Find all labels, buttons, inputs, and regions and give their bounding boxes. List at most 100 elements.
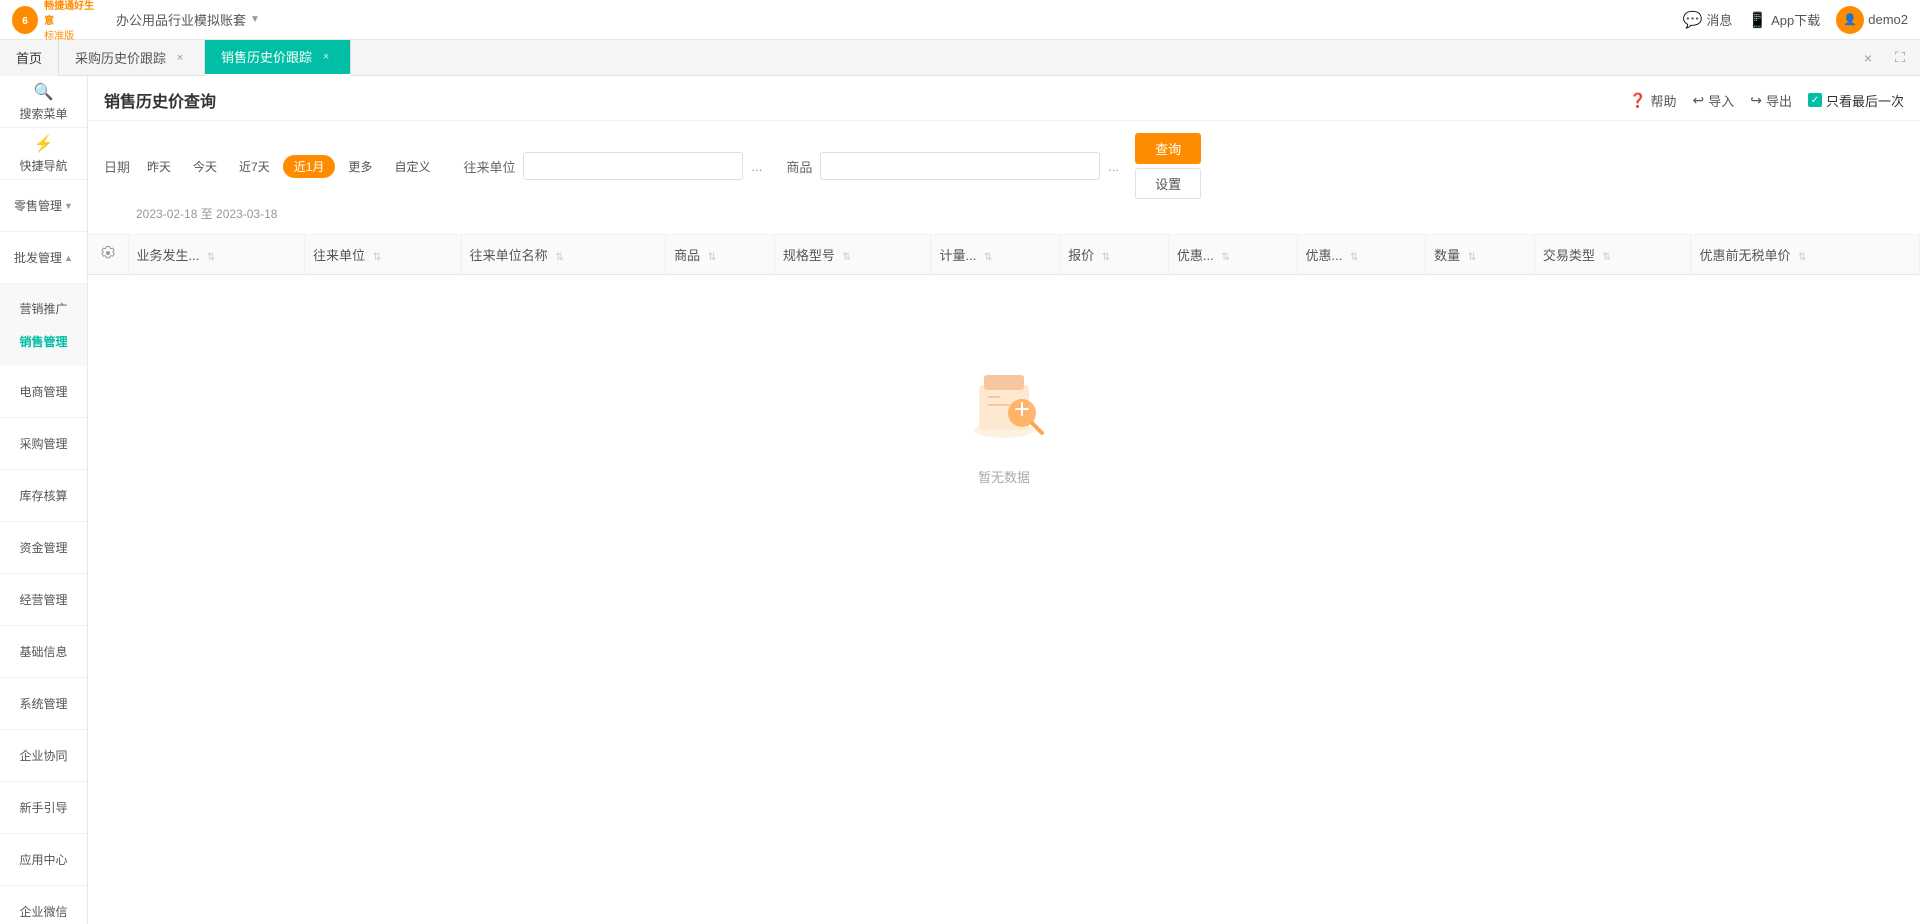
sidebar-item-retail[interactable]: 零售管理 ▼ [0, 180, 87, 232]
sort-icon-spec: ⇅ [843, 252, 851, 263]
date-range-text: 2023-02-18 至 2023-03-18 [136, 207, 277, 221]
product-dots[interactable]: ... [1108, 159, 1119, 174]
sidebar-item-finance[interactable]: 资金管理 [0, 522, 87, 574]
col-unit-label: 计量... [939, 248, 976, 263]
sort-icon-discount1: ⇅ [1221, 252, 1229, 263]
import-btn[interactable]: ↩ 导入 [1692, 91, 1734, 110]
page-header: 销售历史价查询 ❓ 帮助 ↩ 导入 ↪ 导出 ✓ [88, 76, 1920, 121]
sidebar-item-system[interactable]: 系统管理 [0, 678, 87, 730]
logo-text: 畅捷通好生意 标准版 [44, 0, 100, 42]
date-btn-custom[interactable]: 自定义 [385, 154, 439, 179]
col-partner-code[interactable]: 往来单位 ⇅ [305, 235, 462, 275]
sort-icon-quote: ⇅ [1102, 252, 1110, 263]
date-btn-yesterday[interactable]: 昨天 [138, 154, 180, 179]
sidebar-item-quick-nav[interactable]: ⚡ 快捷导航 [0, 128, 87, 180]
app-selector[interactable]: 办公用品行业模拟账套 ▼ [108, 6, 268, 33]
col-discount2[interactable]: 优惠... ⇅ [1297, 235, 1426, 275]
col-quantity[interactable]: 数量 ⇅ [1426, 235, 1535, 275]
sidebar-item-operations[interactable]: 经营管理 [0, 574, 87, 626]
app-download-action[interactable]: 📱 App下载 [1748, 10, 1820, 29]
partner-filter: 往来单位 ... [463, 152, 762, 180]
partner-filter-label: 往来单位 [463, 157, 515, 176]
help-btn[interactable]: ❓ 帮助 [1629, 91, 1676, 110]
tab-close-all-btn[interactable]: × [1856, 46, 1880, 70]
sidebar-item-new-guide[interactable]: 新手引导 [0, 782, 87, 834]
tab-sales-history[interactable]: 销售历史价跟踪 × [205, 40, 351, 76]
import-icon: ↩ [1692, 92, 1704, 109]
sort-icon-biz-date: ⇅ [207, 252, 215, 263]
sidebar-item-search-menu[interactable]: 🔍 搜索菜单 [0, 76, 87, 128]
export-btn[interactable]: ↪ 导出 [1750, 91, 1792, 110]
sales-tab-label: 销售历史价跟踪 [221, 47, 312, 66]
sidebar-item-wholesale[interactable]: 批发管理 ▲ [0, 232, 87, 284]
sidebar-item-marketing[interactable]: 营销推广 [4, 292, 83, 325]
page-title: 销售历史价查询 [104, 88, 216, 112]
only-last-checkbox[interactable]: ✓ 只看最后一次 [1808, 91, 1904, 110]
col-quantity-label: 数量 [1434, 248, 1460, 263]
table-header: 业务发生... ⇅ 往来单位 ⇅ 往来单位名称 ⇅ [88, 235, 1920, 275]
new-guide-label: 新手引导 [19, 799, 67, 816]
col-unit[interactable]: 计量... ⇅ [931, 235, 1060, 275]
sidebar-item-ecommerce[interactable]: 电商管理 [0, 366, 87, 418]
message-action[interactable]: 💬 消息 [1682, 10, 1732, 30]
sidebar-quick-nav-label: 快捷导航 [19, 157, 67, 174]
sales-tab-close[interactable]: × [318, 49, 334, 65]
table-settings-icon[interactable] [100, 245, 116, 261]
col-trade-type-label: 交易类型 [1543, 248, 1595, 263]
export-icon: ↪ [1750, 92, 1762, 109]
empty-text: 暂无数据 [978, 467, 1030, 486]
only-last-label: 只看最后一次 [1826, 91, 1904, 110]
col-discount1-label: 优惠... [1177, 248, 1214, 263]
empty-state: 暂无数据 [88, 275, 1920, 566]
col-trade-type[interactable]: 交易类型 ⇅ [1534, 235, 1691, 275]
col-quote[interactable]: 报价 ⇅ [1060, 235, 1169, 275]
query-actions: 查询 设置 [1135, 133, 1201, 199]
col-discount2-label: 优惠... [1306, 248, 1343, 263]
sidebar-item-enterprise[interactable]: 企业协同 [0, 730, 87, 782]
sort-icon-product: ⇅ [708, 252, 716, 263]
date-btn-1month[interactable]: 近1月 [283, 155, 336, 178]
user-area[interactable]: 👤 demo2 [1836, 6, 1908, 34]
col-pretax-price[interactable]: 优惠前无税单价 ⇅ [1691, 235, 1920, 275]
col-discount1[interactable]: 优惠... ⇅ [1168, 235, 1297, 275]
filter-main: 日期 昨天 今天 近7天 近1月 更多 自定义 往来单位 ... [104, 133, 1904, 222]
sidebar-item-corp-wechat[interactable]: 企业微信 [0, 886, 87, 924]
col-quote-label: 报价 [1068, 248, 1094, 263]
table-container[interactable]: 业务发生... ⇅ 往来单位 ⇅ 往来单位名称 ⇅ [88, 235, 1920, 924]
sidebar-item-purchase[interactable]: 采购管理 [0, 418, 87, 470]
partner-input[interactable] [523, 152, 743, 180]
product-filter: 商品 ... [786, 152, 1119, 180]
col-partner-name[interactable]: 往来单位名称 ⇅ [461, 235, 665, 275]
sidebar-item-basic-info[interactable]: 基础信息 [0, 626, 87, 678]
app-selector-label: 办公用品行业模拟账套 [116, 10, 246, 29]
col-biz-date[interactable]: 业务发生... ⇅ [128, 235, 305, 275]
sidebar-item-sales-mgmt[interactable]: 销售管理 [4, 325, 83, 358]
date-btn-more[interactable]: 更多 [339, 154, 381, 179]
sort-icon-discount2: ⇅ [1350, 252, 1358, 263]
query-btn[interactable]: 查询 [1135, 133, 1201, 164]
col-spec[interactable]: 规格型号 ⇅ [774, 235, 931, 275]
date-btn-today[interactable]: 今天 [184, 154, 226, 179]
sidebar-item-app-center[interactable]: 应用中心 [0, 834, 87, 886]
date-btn-7days[interactable]: 近7天 [230, 154, 279, 179]
main-layout: 🔍 搜索菜单 ⚡ 快捷导航 零售管理 ▼ 批发管理 ▲ 营销推广 销售管理 电商… [0, 76, 1920, 924]
tab-home[interactable]: 首页 [0, 40, 59, 76]
basic-info-label: 基础信息 [19, 643, 67, 660]
tab-fullscreen-btn[interactable]: ⛶ [1888, 46, 1912, 70]
product-input[interactable] [820, 152, 1100, 180]
svg-text:6: 6 [22, 16, 28, 27]
tab-purchase-history[interactable]: 采购历史价跟踪 × [59, 40, 205, 76]
purchase-tab-close[interactable]: × [172, 50, 188, 66]
sidebar-item-inventory[interactable]: 库存核算 [0, 470, 87, 522]
data-table: 业务发生... ⇅ 往来单位 ⇅ 往来单位名称 ⇅ [88, 235, 1920, 275]
partner-dots[interactable]: ... [751, 159, 762, 174]
settings-filter-btn[interactable]: 设置 [1135, 168, 1201, 199]
col-settings[interactable] [88, 235, 128, 275]
sort-icon-quantity: ⇅ [1468, 252, 1476, 263]
sidebar-search-label: 搜索菜单 [19, 105, 67, 122]
content-area: 销售历史价查询 ❓ 帮助 ↩ 导入 ↪ 导出 ✓ [88, 76, 1920, 924]
chevron-down-icon: ▼ [250, 14, 260, 25]
col-product[interactable]: 商品 ⇅ [666, 235, 775, 275]
product-filter-label: 商品 [786, 157, 812, 176]
date-filter-label: 日期 [104, 157, 130, 176]
